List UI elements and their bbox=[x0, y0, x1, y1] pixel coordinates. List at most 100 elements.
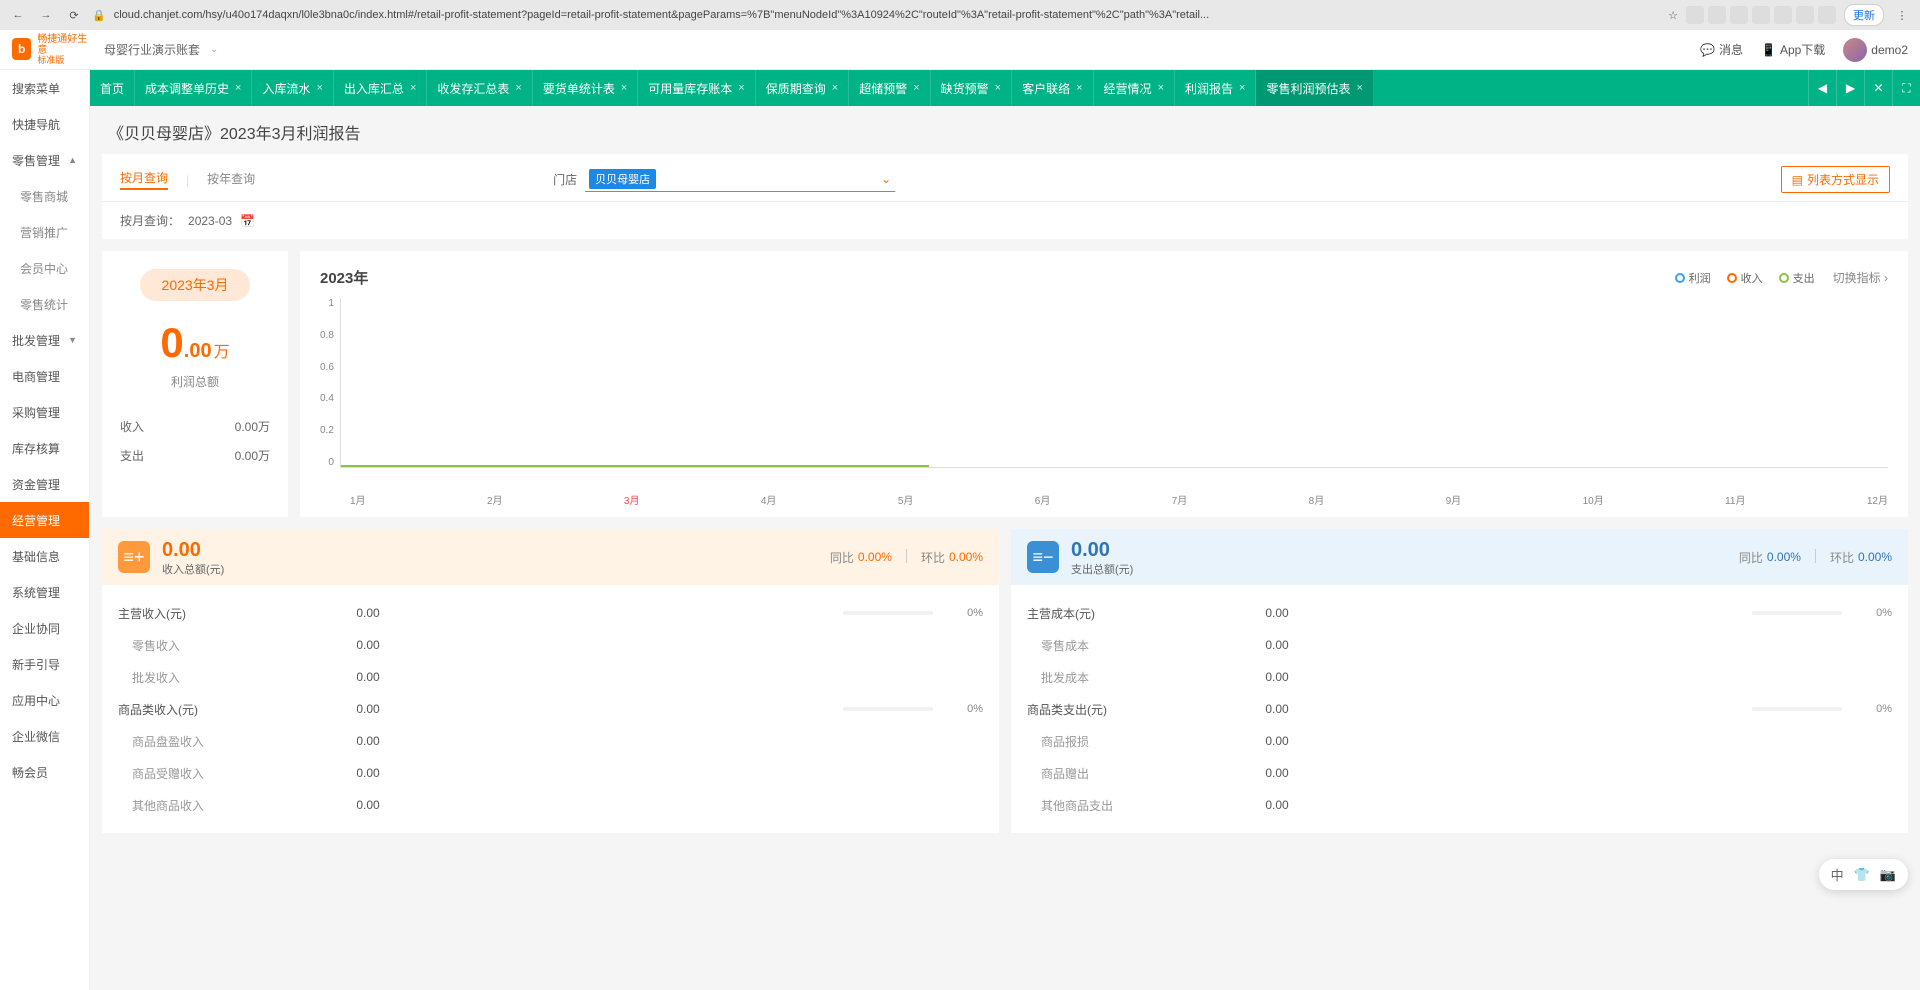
scroll-left-icon[interactable]: ◀ bbox=[1808, 70, 1836, 106]
sidebar-item[interactable]: 库存核算 bbox=[0, 430, 89, 466]
filter-tab-year[interactable]: 按年查询 bbox=[207, 170, 255, 189]
sidebar-item[interactable]: 零售管理▲ bbox=[0, 142, 89, 178]
shirt-icon[interactable]: 👕 bbox=[1854, 867, 1870, 883]
close-tab-icon[interactable]: ✕ bbox=[1864, 70, 1892, 106]
close-icon[interactable]: × bbox=[1158, 82, 1164, 94]
tab[interactable]: 入库流水× bbox=[252, 70, 333, 106]
sidebar-item[interactable]: 新手引导 bbox=[0, 646, 89, 682]
ext-icon[interactable] bbox=[1708, 6, 1726, 24]
forward-icon[interactable]: → bbox=[36, 5, 56, 25]
legend-dot-icon bbox=[1675, 273, 1685, 283]
profit-total-label: 利润总额 bbox=[171, 373, 219, 390]
app-download-button[interactable]: 📱 App下载 bbox=[1761, 41, 1825, 58]
sidebar-item[interactable]: 畅会员 bbox=[0, 754, 89, 790]
close-icon[interactable]: × bbox=[832, 82, 838, 94]
close-icon[interactable]: × bbox=[235, 82, 241, 94]
legend-item[interactable]: 利润 bbox=[1675, 270, 1711, 286]
tab[interactable]: 客户联络× bbox=[1012, 70, 1093, 106]
close-icon[interactable]: × bbox=[995, 82, 1001, 94]
account-selector[interactable]: 母婴行业演示账套 ⌄ bbox=[104, 41, 218, 58]
tab[interactable]: 收发存汇总表× bbox=[427, 70, 532, 106]
sidebar-item[interactable]: 经营管理 bbox=[0, 502, 89, 538]
tab[interactable]: 可用量库存账本× bbox=[638, 70, 755, 106]
tab[interactable]: 成本调整单历史× bbox=[135, 70, 252, 106]
sidebar-item[interactable]: 零售统计 bbox=[0, 286, 89, 322]
legend-item[interactable]: 支出 bbox=[1779, 270, 1815, 286]
close-icon[interactable]: × bbox=[913, 82, 919, 94]
messages-button[interactable]: 💬 消息 bbox=[1700, 41, 1743, 58]
lang-indicator[interactable]: 中 bbox=[1831, 865, 1844, 884]
close-icon[interactable]: × bbox=[1356, 82, 1362, 94]
logo-main-text: 畅捷通好生意 bbox=[37, 34, 90, 56]
month-query-value[interactable]: 2023-03 bbox=[188, 214, 232, 228]
caret-icon: ▲ bbox=[68, 155, 77, 165]
sidebar-item[interactable]: 批发管理▼ bbox=[0, 322, 89, 358]
chart-line bbox=[341, 465, 929, 467]
calendar-icon[interactable]: 📅 bbox=[240, 214, 255, 228]
data-row: 商品赠出0.00 bbox=[1027, 757, 1892, 789]
user-menu[interactable]: demo2 bbox=[1843, 38, 1908, 62]
account-name: 母婴行业演示账套 bbox=[104, 41, 200, 58]
tab[interactable]: 经营情况× bbox=[1094, 70, 1175, 106]
url-text[interactable]: cloud.chanjet.com/hsy/u40o174daqxn/l0le3… bbox=[114, 9, 1660, 21]
sidebar-item[interactable]: 搜索菜单 bbox=[0, 70, 89, 106]
tab[interactable]: 保质期查询× bbox=[756, 70, 849, 106]
tab[interactable]: 出入库汇总× bbox=[334, 70, 427, 106]
tab[interactable]: 零售利润预估表× bbox=[1256, 70, 1373, 106]
sidebar-item[interactable]: 应用中心 bbox=[0, 682, 89, 718]
legend-item[interactable]: 收入 bbox=[1727, 270, 1763, 286]
close-icon[interactable]: × bbox=[410, 82, 416, 94]
ext-icon[interactable] bbox=[1686, 6, 1704, 24]
ext-icon[interactable] bbox=[1774, 6, 1792, 24]
logo[interactable]: b 畅捷通好生意 标准版 bbox=[12, 34, 90, 66]
back-icon[interactable]: ← bbox=[8, 5, 28, 25]
close-icon[interactable]: × bbox=[1239, 82, 1245, 94]
update-button[interactable]: 更新 bbox=[1844, 4, 1884, 26]
chart-legend: 利润收入支出 bbox=[1675, 270, 1815, 286]
sidebar-item[interactable]: 采购管理 bbox=[0, 394, 89, 430]
close-icon[interactable]: × bbox=[1076, 82, 1082, 94]
tab[interactable]: 利润报告× bbox=[1175, 70, 1256, 106]
sidebar-item[interactable]: 营销推广 bbox=[0, 214, 89, 250]
sidebar-item[interactable]: 快捷导航 bbox=[0, 106, 89, 142]
ext-icon[interactable] bbox=[1730, 6, 1748, 24]
close-icon[interactable]: × bbox=[621, 82, 627, 94]
close-icon[interactable]: × bbox=[738, 82, 744, 94]
store-tag: 贝贝母婴店 bbox=[589, 169, 656, 189]
tab[interactable]: 缺货预警× bbox=[931, 70, 1012, 106]
scroll-right-icon[interactable]: ▶ bbox=[1836, 70, 1864, 106]
income-icon: ≡+ bbox=[118, 541, 150, 573]
ext-icon[interactable] bbox=[1796, 6, 1814, 24]
income-total: 0.00 bbox=[162, 537, 224, 563]
reload-icon[interactable]: ⟳ bbox=[64, 5, 84, 25]
ext-icon[interactable] bbox=[1752, 6, 1770, 24]
sidebar-item[interactable]: 企业微信 bbox=[0, 718, 89, 754]
switch-indicator-button[interactable]: 切换指标 › bbox=[1833, 269, 1888, 286]
filter-tab-month[interactable]: 按月查询 bbox=[120, 169, 168, 190]
sidebar: 搜索菜单快捷导航零售管理▲零售商城营销推广会员中心零售统计批发管理▼电商管理采购… bbox=[0, 70, 90, 990]
close-icon[interactable]: × bbox=[515, 82, 521, 94]
tab[interactable]: 首页 bbox=[90, 70, 135, 106]
tab[interactable]: 超储预警× bbox=[849, 70, 930, 106]
camera-icon[interactable]: 📷 bbox=[1880, 867, 1896, 883]
sidebar-item[interactable]: 零售商城 bbox=[0, 178, 89, 214]
sidebar-item[interactable]: 系统管理 bbox=[0, 574, 89, 610]
list-mode-button[interactable]: ▤ 列表方式显示 bbox=[1781, 166, 1890, 193]
store-dropdown[interactable]: 贝贝母婴店 ⌄ bbox=[585, 167, 895, 192]
logo-sub-text: 标准版 bbox=[37, 56, 90, 66]
sidebar-item[interactable]: 电商管理 bbox=[0, 358, 89, 394]
ext-icon[interactable] bbox=[1818, 6, 1836, 24]
income-panel: ≡+ 0.00 收入总额(元) 同比0.00% 环比0.00% 主营收入(元)0… bbox=[102, 529, 999, 833]
close-icon[interactable]: × bbox=[316, 82, 322, 94]
progress-bar bbox=[843, 707, 933, 711]
fullscreen-icon[interactable]: ⛶ bbox=[1892, 70, 1920, 106]
sidebar-item[interactable]: 资金管理 bbox=[0, 466, 89, 502]
sidebar-item[interactable]: 企业协同 bbox=[0, 610, 89, 646]
menu-icon[interactable]: ⋮ bbox=[1892, 5, 1912, 25]
tab[interactable]: 要货单统计表× bbox=[533, 70, 638, 106]
float-widget[interactable]: 中 👕 📷 bbox=[1819, 859, 1908, 890]
star-icon[interactable]: ☆ bbox=[1668, 9, 1678, 22]
sidebar-item[interactable]: 会员中心 bbox=[0, 250, 89, 286]
app-topbar: b 畅捷通好生意 标准版 母婴行业演示账套 ⌄ 💬 消息 📱 App下载 dem… bbox=[0, 30, 1920, 70]
sidebar-item[interactable]: 基础信息 bbox=[0, 538, 89, 574]
